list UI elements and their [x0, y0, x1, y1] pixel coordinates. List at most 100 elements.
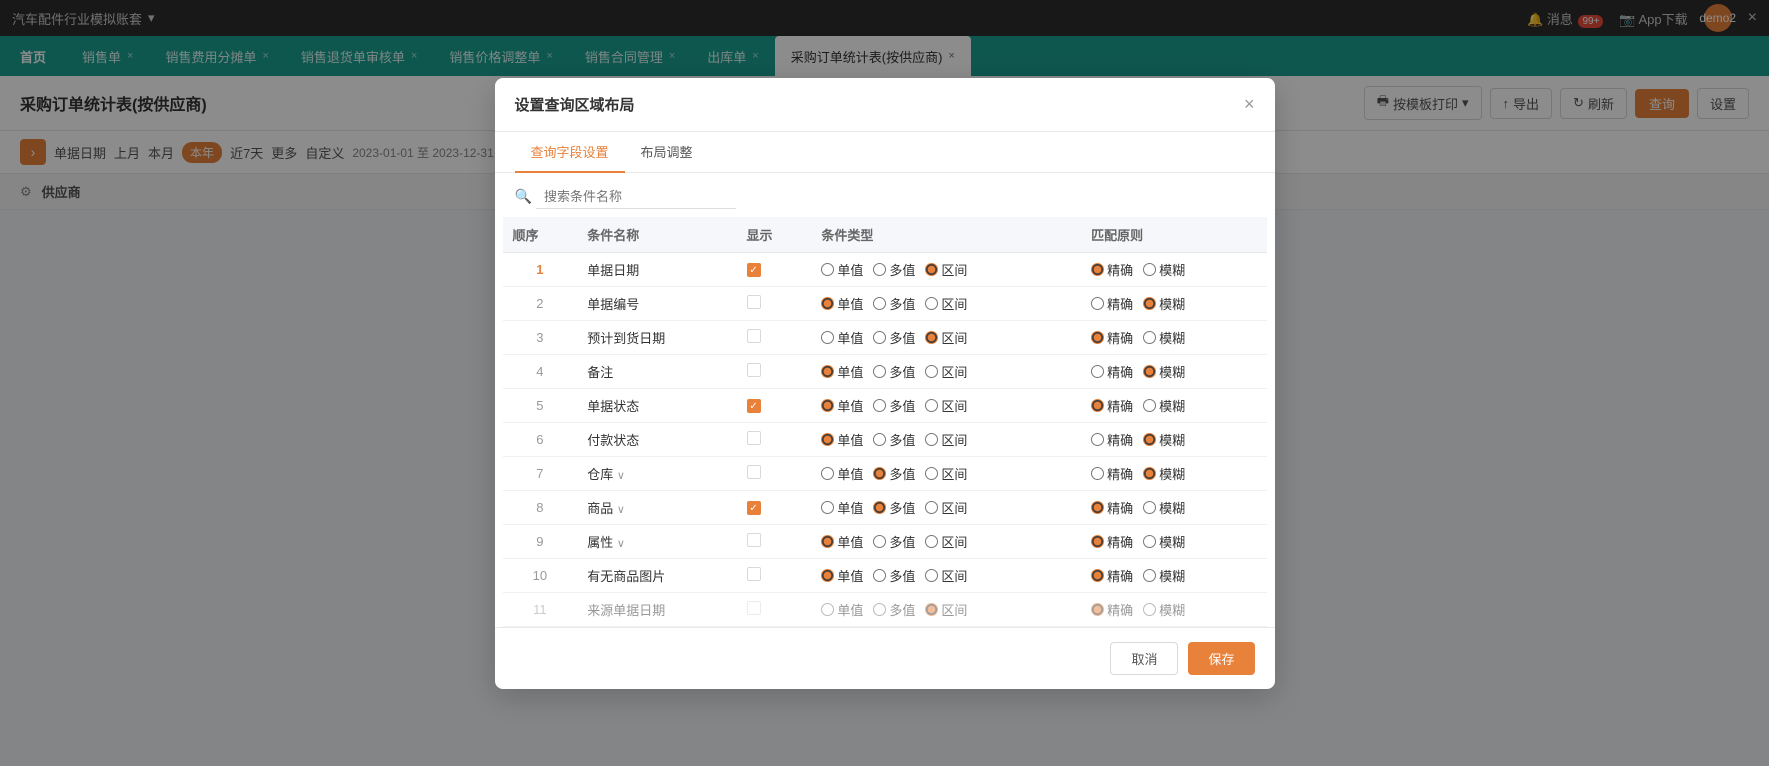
match-radio[interactable] — [1143, 433, 1156, 446]
type-option-区间[interactable]: 区间 — [925, 566, 967, 585]
save-button[interactable]: 保存 — [1188, 642, 1254, 675]
match-radio[interactable] — [1091, 365, 1104, 378]
row-display[interactable] — [737, 558, 812, 592]
match-option-模糊[interactable]: 模糊 — [1143, 362, 1185, 381]
type-option-区间[interactable]: 区间 — [925, 328, 967, 347]
match-radio[interactable] — [1143, 365, 1156, 378]
display-checkbox-unchecked[interactable] — [747, 329, 761, 343]
match-radio[interactable] — [1091, 297, 1104, 310]
display-checkbox-unchecked[interactable] — [747, 465, 761, 479]
type-option-单值[interactable]: 单值 — [821, 396, 863, 415]
display-checkbox-unchecked[interactable] — [747, 567, 761, 581]
match-option-精确[interactable]: 精确 — [1091, 566, 1133, 585]
match-option-模糊[interactable]: 模糊 — [1143, 600, 1185, 619]
match-radio[interactable] — [1091, 603, 1104, 616]
type-option-单值[interactable]: 单值 — [821, 532, 863, 551]
type-radio[interactable] — [873, 365, 886, 378]
cancel-button[interactable]: 取消 — [1110, 642, 1178, 675]
display-checkbox-checked[interactable]: ✓ — [747, 263, 761, 277]
type-radio[interactable] — [925, 399, 938, 412]
display-checkbox-checked[interactable]: ✓ — [747, 501, 761, 515]
type-option-区间[interactable]: 区间 — [925, 362, 967, 381]
match-option-模糊[interactable]: 模糊 — [1143, 464, 1185, 483]
type-option-多值[interactable]: 多值 — [873, 498, 915, 517]
type-radio[interactable] — [925, 365, 938, 378]
type-radio[interactable] — [925, 263, 938, 276]
display-checkbox-unchecked[interactable] — [747, 533, 761, 547]
type-radio[interactable] — [873, 569, 886, 582]
match-option-精确[interactable]: 精确 — [1091, 362, 1133, 381]
match-option-模糊[interactable]: 模糊 — [1143, 498, 1185, 517]
match-radio[interactable] — [1091, 501, 1104, 514]
type-radio[interactable] — [925, 467, 938, 480]
type-radio[interactable] — [925, 433, 938, 446]
type-radio[interactable] — [873, 501, 886, 514]
type-option-多值[interactable]: 多值 — [873, 600, 915, 619]
type-radio[interactable] — [925, 535, 938, 548]
row-display[interactable] — [737, 592, 812, 626]
type-option-区间[interactable]: 区间 — [925, 498, 967, 517]
match-option-模糊[interactable]: 模糊 — [1143, 566, 1185, 585]
row-display[interactable] — [737, 422, 812, 456]
type-option-多值[interactable]: 多值 — [873, 464, 915, 483]
type-radio[interactable] — [821, 603, 834, 616]
row-display[interactable] — [737, 456, 812, 490]
match-radio[interactable] — [1143, 467, 1156, 480]
display-checkbox-checked[interactable]: ✓ — [747, 399, 761, 413]
type-radio[interactable] — [821, 399, 834, 412]
match-radio[interactable] — [1091, 331, 1104, 344]
type-radio[interactable] — [873, 433, 886, 446]
type-radio[interactable] — [821, 467, 834, 480]
match-radio[interactable] — [1091, 399, 1104, 412]
type-option-单值[interactable]: 单值 — [821, 566, 863, 585]
type-radio[interactable] — [821, 297, 834, 310]
match-radio[interactable] — [1091, 467, 1104, 480]
type-radio[interactable] — [873, 297, 886, 310]
type-radio[interactable] — [821, 569, 834, 582]
search-input[interactable] — [536, 185, 736, 209]
type-radio[interactable] — [821, 331, 834, 344]
row-display[interactable]: ✓ — [737, 388, 812, 422]
type-radio[interactable] — [821, 535, 834, 548]
match-option-精确[interactable]: 精确 — [1091, 260, 1133, 279]
match-option-模糊[interactable]: 模糊 — [1143, 260, 1185, 279]
match-option-模糊[interactable]: 模糊 — [1143, 430, 1185, 449]
type-radio[interactable] — [821, 365, 834, 378]
type-radio[interactable] — [821, 501, 834, 514]
type-option-多值[interactable]: 多值 — [873, 430, 915, 449]
type-radio[interactable] — [873, 535, 886, 548]
display-checkbox-unchecked[interactable] — [747, 363, 761, 377]
type-radio[interactable] — [873, 603, 886, 616]
type-option-区间[interactable]: 区间 — [925, 600, 967, 619]
type-option-区间[interactable]: 区间 — [925, 430, 967, 449]
type-option-单值[interactable]: 单值 — [821, 362, 863, 381]
type-radio[interactable] — [873, 399, 886, 412]
display-checkbox-unchecked[interactable] — [747, 295, 761, 309]
type-option-单值[interactable]: 单值 — [821, 294, 863, 313]
type-option-单值[interactable]: 单值 — [821, 498, 863, 517]
modal-tab-layout[interactable]: 布局调整 — [625, 132, 709, 173]
row-display[interactable]: ✓ — [737, 490, 812, 524]
match-option-精确[interactable]: 精确 — [1091, 430, 1133, 449]
type-radio[interactable] — [821, 433, 834, 446]
type-option-多值[interactable]: 多值 — [873, 396, 915, 415]
type-radio[interactable] — [925, 297, 938, 310]
type-radio[interactable] — [925, 501, 938, 514]
type-option-多值[interactable]: 多值 — [873, 566, 915, 585]
type-option-单值[interactable]: 单值 — [821, 600, 863, 619]
type-option-多值[interactable]: 多值 — [873, 294, 915, 313]
row-display[interactable] — [737, 320, 812, 354]
match-option-模糊[interactable]: 模糊 — [1143, 396, 1185, 415]
modal-tab-query[interactable]: 查询字段设置 — [515, 132, 625, 173]
match-option-模糊[interactable]: 模糊 — [1143, 328, 1185, 347]
match-radio[interactable] — [1143, 331, 1156, 344]
match-option-精确[interactable]: 精确 — [1091, 532, 1133, 551]
type-option-多值[interactable]: 多值 — [873, 532, 915, 551]
type-option-单值[interactable]: 单值 — [821, 328, 863, 347]
row-display[interactable] — [737, 286, 812, 320]
match-option-精确[interactable]: 精确 — [1091, 294, 1133, 313]
match-option-模糊[interactable]: 模糊 — [1143, 532, 1185, 551]
match-radio[interactable] — [1091, 535, 1104, 548]
display-checkbox-unchecked[interactable] — [747, 431, 761, 445]
type-radio[interactable] — [873, 467, 886, 480]
